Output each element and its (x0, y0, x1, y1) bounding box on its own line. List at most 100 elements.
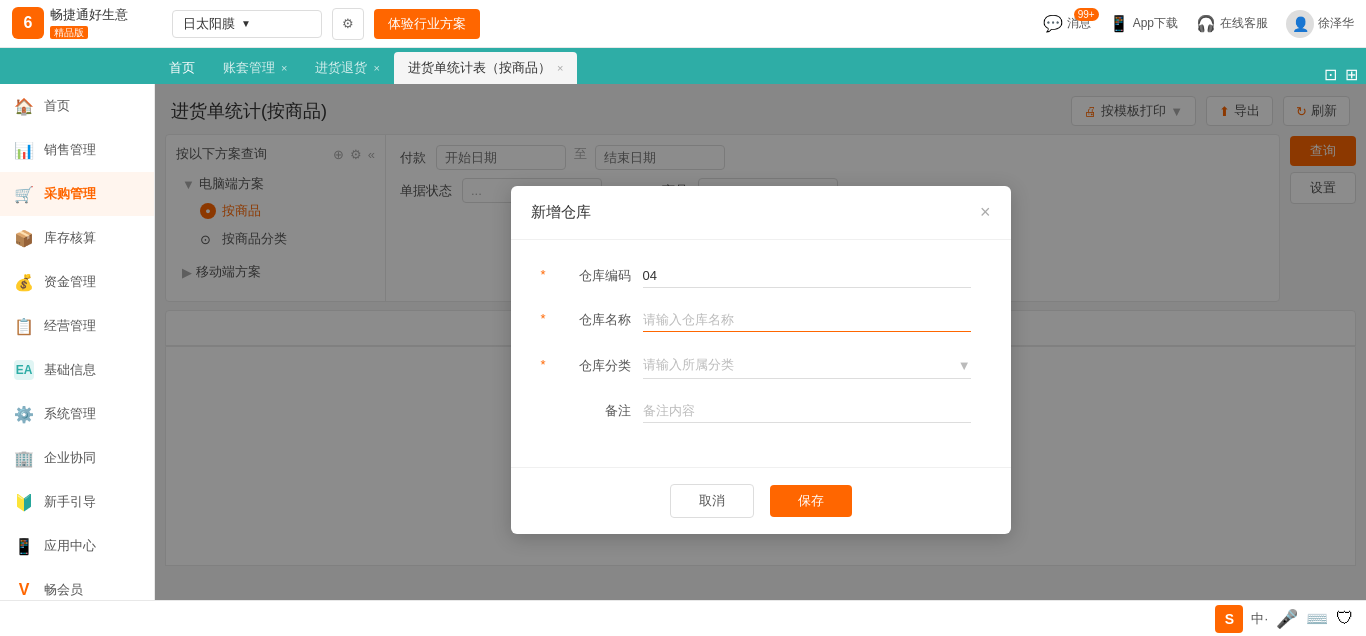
warehouse-code-input[interactable] (643, 264, 971, 288)
messages-badge: 99+ (1074, 8, 1099, 21)
form-row-note: 备注 (551, 399, 971, 423)
tab-home[interactable]: 首页 (155, 52, 209, 84)
tab-purchase-stats-close[interactable]: × (557, 62, 563, 74)
sidebar-item-system[interactable]: ⚙️ 系统管理 (0, 392, 154, 436)
modal-body: 仓库编码 仓库名称 仓库分类 请输入所属分类 ▼ (511, 240, 1011, 467)
enterprise-icon: 🏢 (14, 448, 34, 468)
online-service-label: 在线客服 (1220, 15, 1268, 32)
microphone-icon[interactable]: 🎤 (1276, 608, 1298, 630)
app-logo-icon: 6 (12, 7, 44, 39)
tab-purchase-stats-label: 进货单统计表（按商品） (408, 59, 551, 77)
note-label: 备注 (551, 402, 631, 420)
category-dropdown-arrow: ▼ (958, 358, 971, 373)
logo-area: 6 畅捷通好生意 精品版 (12, 7, 162, 40)
message-icon: 💬 (1043, 14, 1063, 34)
sidebar-label-inventory: 库存核算 (44, 229, 96, 247)
sidebar-label-purchase: 采购管理 (44, 185, 96, 203)
tab-purchase-stats[interactable]: 进货单统计表（按商品） × (394, 52, 577, 84)
sidebar-label-enterprise: 企业协同 (44, 449, 96, 467)
username: 徐泽华 (1318, 15, 1354, 32)
trial-button[interactable]: 体验行业方案 (374, 9, 480, 39)
bottom-logo-area: S (1215, 605, 1243, 633)
form-row-name: 仓库名称 (551, 308, 971, 332)
tab-accounts-label: 账套管理 (223, 59, 275, 77)
messages-button[interactable]: 💬 消息 99+ (1043, 14, 1091, 34)
tab-right-actions: ⊡ ⊞ (1316, 65, 1366, 84)
sidebar-label-home: 首页 (44, 97, 70, 115)
logo-title: 畅捷通好生意 (50, 7, 128, 24)
logo-text-wrap: 畅捷通好生意 精品版 (50, 7, 128, 40)
sidebar-label-system: 系统管理 (44, 405, 96, 423)
membership-icon: V (14, 580, 34, 600)
top-right-actions: 💬 消息 99+ 📱 App下载 🎧 在线客服 👤 徐泽华 (1043, 10, 1354, 38)
home-icon: 🏠 (14, 96, 34, 116)
sidebar-label-guide: 新手引导 (44, 493, 96, 511)
sidebar-label-app-center: 应用中心 (44, 537, 96, 555)
category-select[interactable]: 请输入所属分类 ▼ (643, 352, 971, 379)
modal-close-button[interactable]: × (980, 202, 991, 223)
modal-title: 新增仓库 (531, 203, 591, 222)
sidebar-item-basic-info[interactable]: EA 基础信息 (0, 348, 154, 392)
tab-bar: 首页 账套管理 × 进货退货 × 进货单统计表（按商品） × ⊡ ⊞ (0, 48, 1366, 84)
store-selector[interactable]: 日太阳膜 ▼ (172, 10, 322, 38)
tab-purchase-returns-label: 进货退货 (315, 59, 367, 77)
gear-button[interactable]: ⚙ (332, 8, 364, 40)
system-icon: ⚙️ (14, 404, 34, 424)
sidebar-item-operations[interactable]: 📋 经营管理 (0, 304, 154, 348)
sidebar-label-operations: 经营管理 (44, 317, 96, 335)
sidebar-label-membership: 畅会员 (44, 581, 83, 599)
sidebar-item-sales[interactable]: 📊 销售管理 (0, 128, 154, 172)
sidebar-label-basic-info: 基础信息 (44, 361, 96, 379)
online-service-button[interactable]: 🎧 在线客服 (1196, 14, 1268, 34)
top-nav: 6 畅捷通好生意 精品版 日太阳膜 ▼ ⚙ 体验行业方案 💬 消息 99+ 📱 … (0, 0, 1366, 48)
user-avatar: 👤 (1286, 10, 1314, 38)
app-center-icon: 📱 (14, 536, 34, 556)
sidebar-label-sales: 销售管理 (44, 141, 96, 159)
tab-home-label: 首页 (169, 59, 195, 77)
warehouse-name-input[interactable] (643, 308, 971, 332)
tab-purchase-returns-close[interactable]: × (373, 62, 379, 74)
tab-accounts[interactable]: 账套管理 × (209, 52, 301, 84)
modal-overlay: 新增仓库 × 仓库编码 仓库名称 仓库分类 (155, 84, 1366, 636)
sales-icon: 📊 (14, 140, 34, 160)
store-name: 日太阳膜 (183, 15, 235, 33)
sidebar-item-finance[interactable]: 💰 资金管理 (0, 260, 154, 304)
content-area: 进货单统计(按商品) 🖨 按模板打印 ▼ ⬆ 导出 ↻ 刷新 (155, 84, 1366, 636)
tab-expand-button[interactable]: ⊞ (1345, 65, 1358, 84)
save-button[interactable]: 保存 (770, 485, 852, 517)
shield-icon[interactable]: 🛡 (1336, 608, 1354, 629)
sidebar-item-guide[interactable]: 🔰 新手引导 (0, 480, 154, 524)
tab-restore-button[interactable]: ⊡ (1324, 65, 1337, 84)
sidebar-item-app-center[interactable]: 📱 应用中心 (0, 524, 154, 568)
app-download-button[interactable]: 📱 App下载 (1109, 14, 1178, 34)
sidebar: 🏠 首页 📊 销售管理 🛒 采购管理 📦 库存核算 💰 资金管理 📋 经营管理 … (0, 84, 155, 636)
tab-purchase-returns[interactable]: 进货退货 × (301, 52, 393, 84)
basic-info-icon: EA (14, 360, 34, 380)
form-row-category: 仓库分类 请输入所属分类 ▼ (551, 352, 971, 379)
mobile-icon: 📱 (1109, 14, 1129, 34)
category-placeholder: 请输入所属分类 (643, 356, 734, 374)
tab-accounts-close[interactable]: × (281, 62, 287, 74)
sidebar-item-enterprise[interactable]: 🏢 企业协同 (0, 436, 154, 480)
category-label: 仓库分类 (551, 357, 631, 375)
keyboard-icon[interactable]: ⌨️ (1306, 608, 1328, 630)
add-warehouse-modal: 新增仓库 × 仓库编码 仓库名称 仓库分类 (511, 186, 1011, 534)
headset-icon: 🎧 (1196, 14, 1216, 34)
main-layout: 🏠 首页 📊 销售管理 🛒 采购管理 📦 库存核算 💰 资金管理 📋 经营管理 … (0, 84, 1366, 636)
logo-sub: 精品版 (50, 26, 88, 39)
cancel-button[interactable]: 取消 (670, 484, 754, 518)
store-dropdown-arrow: ▼ (241, 18, 251, 29)
warehouse-note-input[interactable] (643, 399, 971, 423)
inventory-icon: 📦 (14, 228, 34, 248)
sidebar-item-inventory[interactable]: 📦 库存核算 (0, 216, 154, 260)
user-menu[interactable]: 👤 徐泽华 (1286, 10, 1354, 38)
bottom-bar: S 中· 🎤 ⌨️ 🛡 (0, 600, 1366, 636)
purchase-icon: 🛒 (14, 184, 34, 204)
sidebar-item-home[interactable]: 🏠 首页 (0, 84, 154, 128)
code-label: 仓库编码 (551, 267, 631, 285)
name-label: 仓库名称 (551, 311, 631, 329)
bottom-lang-label: 中· (1251, 610, 1268, 628)
modal-header: 新增仓库 × (511, 186, 1011, 240)
sidebar-label-finance: 资金管理 (44, 273, 96, 291)
sidebar-item-purchase[interactable]: 🛒 采购管理 (0, 172, 154, 216)
